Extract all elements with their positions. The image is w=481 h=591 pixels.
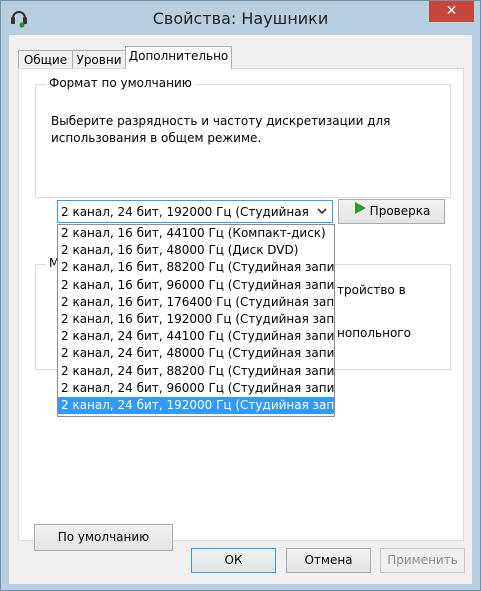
test-button[interactable]: Проверка xyxy=(338,199,445,224)
default-format-description: Выберите разрядность и частоту дискретиз… xyxy=(51,113,390,147)
close-icon: ✕ xyxy=(445,3,458,19)
dropdown-option[interactable]: 2 канал, 16 бит, 96000 Гц (Студийная зап… xyxy=(58,277,334,294)
ok-button[interactable]: ОК xyxy=(191,548,276,573)
restore-defaults-button[interactable]: По умолчанию xyxy=(34,524,173,551)
exclusive-mode-text-fragment-2: нопольного xyxy=(337,326,411,340)
dropdown-option[interactable]: 2 канал, 16 бит, 44100 Гц (Компакт-диск) xyxy=(58,225,334,242)
exclusive-mode-text-fragment-1: тройство в xyxy=(337,283,406,297)
dropdown-option[interactable]: 2 канал, 16 бит, 192000 Гц (Студийная за… xyxy=(58,311,334,328)
title-bar: Свойства: Наушники ✕ xyxy=(1,1,480,35)
properties-window: Свойства: Наушники ✕ Общие Уровни Дополн… xyxy=(0,0,481,591)
close-button[interactable]: ✕ xyxy=(429,1,474,22)
default-format-title: Формат по умолчанию xyxy=(46,76,195,90)
chevron-down-icon[interactable] xyxy=(316,203,328,223)
dropdown-option[interactable]: 2 канал, 16 бит, 48000 Гц (Диск DVD) xyxy=(58,242,334,259)
window-title: Свойства: Наушники xyxy=(152,9,329,28)
apply-button[interactable]: Применить xyxy=(380,548,465,573)
tab-general[interactable]: Общие xyxy=(18,50,73,70)
advanced-tab-panel: Формат по умолчанию Выберите разрядность… xyxy=(18,68,464,551)
tab-advanced[interactable]: Дополнительно xyxy=(125,46,232,69)
combobox-selected-value: 2 канал, 24 бит, 192000 Гц (Студийная за… xyxy=(61,205,309,219)
dialog-client-area: Общие Уровни Дополнительно Формат по умо… xyxy=(9,35,472,584)
dropdown-option-selected[interactable]: 2 канал, 24 бит, 192000 Гц (Студийная за… xyxy=(58,396,334,415)
test-button-label: Проверка xyxy=(369,204,431,218)
sample-rate-dropdown-list: 2 канал, 16 бит, 44100 Гц (Компакт-диск)… xyxy=(57,224,335,417)
description-line-1: Выберите разрядность и частоту дискретиз… xyxy=(51,114,391,128)
cancel-button[interactable]: Отмена xyxy=(286,548,371,573)
dropdown-option[interactable]: 2 канал, 24 бит, 96000 Гц (Студийная зап… xyxy=(58,380,334,397)
dropdown-option[interactable]: 2 канал, 24 бит, 44100 Гц (Студийная зап… xyxy=(58,328,334,345)
sample-rate-combobox[interactable]: 2 канал, 24 бит, 192000 Гц (Студийная за… xyxy=(57,200,333,223)
description-line-2: использования в общем режиме. xyxy=(51,131,262,145)
dropdown-option[interactable]: 2 канал, 16 бит, 176400 Гц (Студийная за… xyxy=(58,294,334,311)
dropdown-option[interactable]: 2 канал, 24 бит, 88200 Гц (Студийная зап… xyxy=(58,363,334,380)
play-icon xyxy=(353,200,367,223)
dropdown-option[interactable]: 2 канал, 24 бит, 48000 Гц (Студийная зап… xyxy=(58,345,334,362)
dropdown-option[interactable]: 2 канал, 16 бит, 88200 Гц (Студийная зап… xyxy=(58,259,334,276)
tab-levels[interactable]: Уровни xyxy=(72,50,126,70)
